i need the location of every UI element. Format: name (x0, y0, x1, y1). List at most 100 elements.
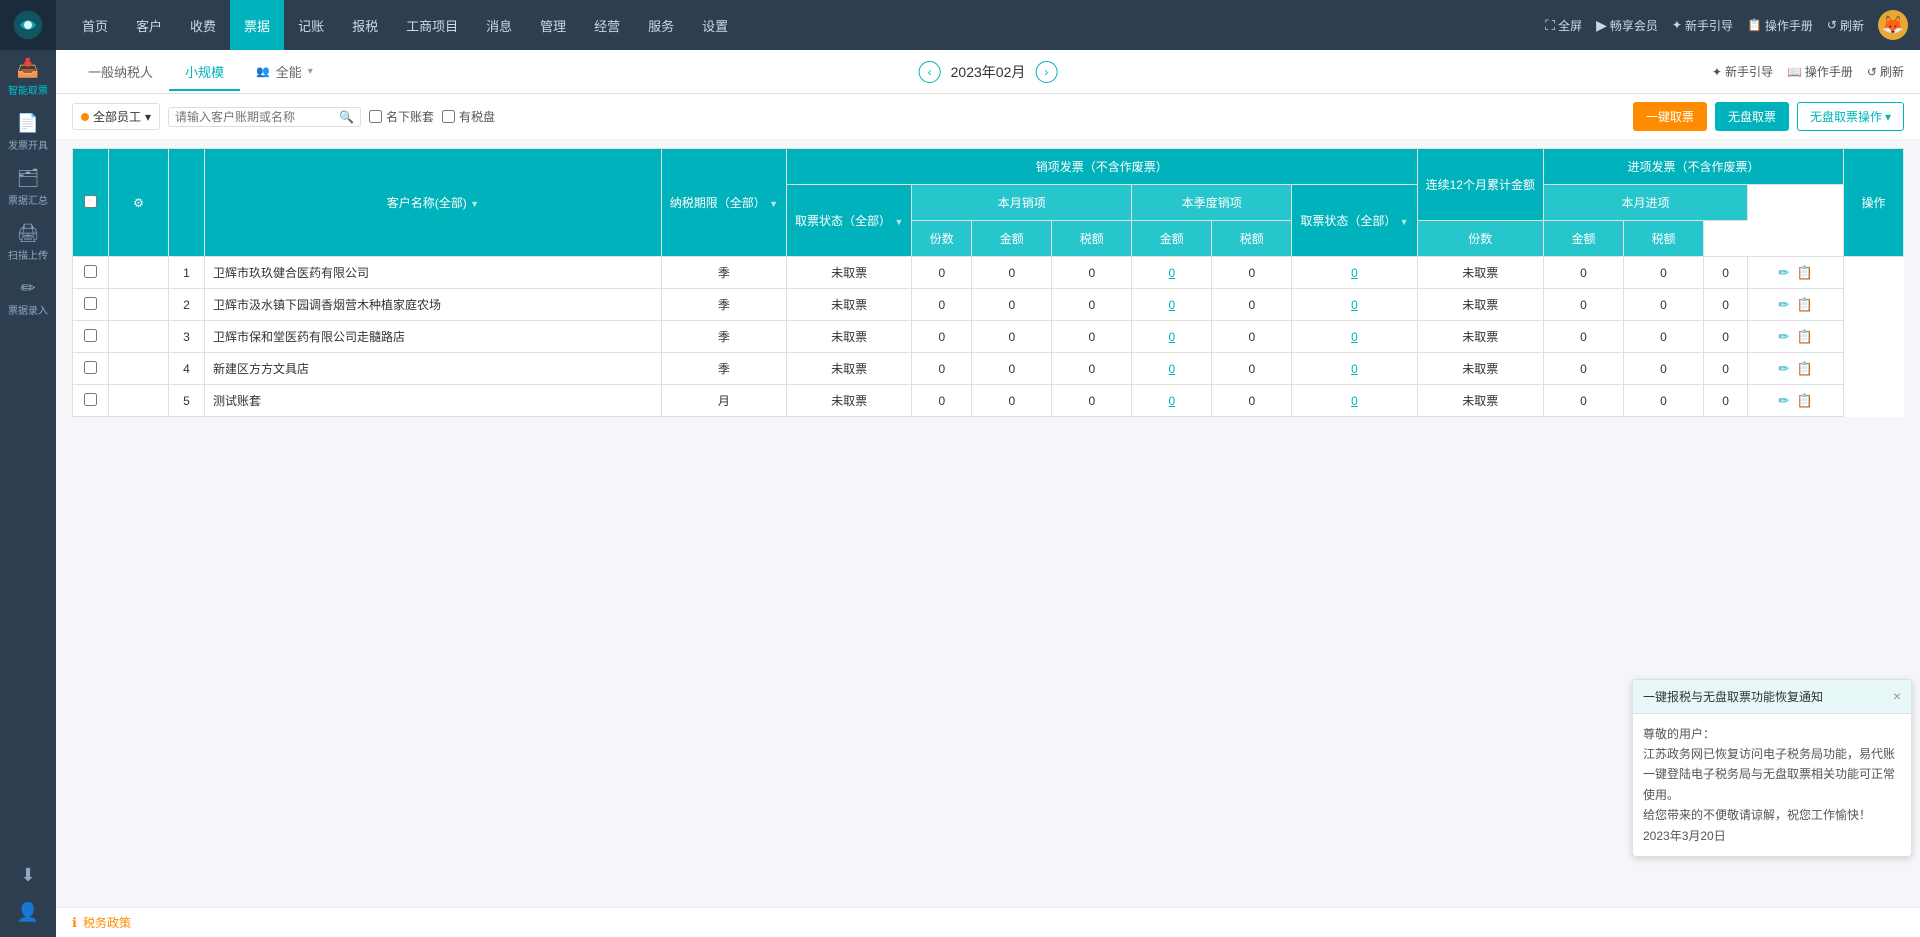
sidebar-item-data-entry[interactable]: ✏ 票据录入 (0, 270, 56, 325)
no-disk-fetch-btn[interactable]: 无盘取票 (1715, 102, 1789, 131)
th-purchase-group: 进项发票（不含作废票） (1543, 149, 1843, 185)
name-account-filter[interactable]: 名下账套 (369, 108, 434, 125)
row-fetch-status-purchase: 未取票 (1417, 257, 1543, 289)
th-purchase-month-tax: 税额 (1623, 221, 1703, 257)
manual-link[interactable]: 📖 操作手册 (1787, 63, 1853, 80)
detail-icon[interactable]: 📋 (1797, 393, 1813, 408)
row-checkbox[interactable] (84, 361, 97, 374)
row-select[interactable] (73, 257, 109, 289)
sidebar-item-user[interactable]: 👤 (0, 898, 56, 927)
notification-close-btn[interactable]: × (1893, 688, 1901, 704)
data-entry-icon: ✏ (20, 278, 35, 299)
row-select[interactable] (73, 321, 109, 353)
table-row: 1 卫辉市玖玖健合医药有限公司 季 未取票 0 0 0 0 0 0 未取票 0 … (73, 257, 1904, 289)
period-next-btn[interactable]: › (1035, 61, 1057, 83)
avatar[interactable]: 🦊 (1878, 10, 1908, 40)
row-select[interactable] (73, 353, 109, 385)
nav-operation[interactable]: 经营 (580, 0, 634, 50)
fetch-status-sales-sort[interactable]: ▼ (894, 217, 903, 227)
row-select[interactable] (73, 385, 109, 417)
settings-icon[interactable]: ⚙ (133, 196, 144, 210)
has-tax-disk-checkbox[interactable] (442, 110, 455, 123)
sidebar-item-download[interactable]: ⬇ (0, 861, 56, 890)
newbie-guide-link[interactable]: ✦ 新手引导 (1712, 63, 1773, 80)
nav-message[interactable]: 消息 (472, 0, 526, 50)
row-sales-month-amount: 0 (972, 385, 1052, 417)
row-select[interactable] (73, 289, 109, 321)
tab-small[interactable]: 小规模 (169, 52, 240, 91)
row-fetch-status-purchase: 未取票 (1417, 385, 1543, 417)
nav-management[interactable]: 管理 (526, 0, 580, 50)
edit-icon[interactable]: ✏ (1778, 361, 1789, 376)
row-cumulative-12m: 0 (1292, 385, 1417, 417)
row-purchase-month-tax: 0 (1703, 353, 1747, 385)
employee-filter[interactable]: 全部员工 ▾ (72, 103, 160, 130)
all-tab-dropdown-icon[interactable]: ▾ (308, 66, 313, 77)
sidebar-item-invoice-summary[interactable]: 🗂 票据汇总 (0, 160, 56, 215)
user-icon: 👤 (17, 902, 39, 923)
newbie-guide-btn[interactable]: ✦ 新手引导 (1672, 17, 1733, 34)
nav-home[interactable]: 首页 (68, 0, 122, 50)
nav-customer[interactable]: 客户 (122, 0, 176, 50)
search-icon[interactable]: 🔍 (339, 110, 354, 124)
nav-bookkeeping[interactable]: 记账 (284, 0, 338, 50)
th-cumulative: 连续12个月累计金额 (1417, 149, 1543, 221)
sidebar-item-issue-invoice[interactable]: 📄 发票开具 (0, 105, 56, 160)
row-sales-quarter-amount: 0 (1132, 257, 1212, 289)
row-checkbox[interactable] (84, 265, 97, 278)
detail-icon[interactable]: 📋 (1797, 297, 1813, 312)
has-tax-disk-filter[interactable]: 有税盘 (442, 108, 495, 125)
row-fetch-status-sales: 未取票 (787, 289, 912, 321)
th-sales-group: 销项发票（不含作废票） (787, 149, 1418, 185)
manual-btn[interactable]: 📋 操作手册 (1747, 17, 1813, 34)
name-account-checkbox[interactable] (369, 110, 382, 123)
row-checkbox[interactable] (84, 393, 97, 406)
fullscreen-btn[interactable]: ⛶ 全屏 (1545, 17, 1582, 34)
th-sales-month-copies: 份数 (912, 221, 972, 257)
sidebar-item-scan-upload[interactable]: 🖨 扫描上传 (0, 215, 56, 270)
search-input[interactable] (175, 110, 335, 124)
row-tax-period: 季 (661, 321, 786, 353)
refresh-link[interactable]: ↺ 刷新 (1867, 63, 1904, 80)
refresh-icon: ↺ (1827, 18, 1837, 32)
edit-icon[interactable]: ✏ (1778, 297, 1789, 312)
customer-sort-icon[interactable]: ▼ (470, 199, 479, 209)
taxperiod-sort-icon[interactable]: ▼ (769, 199, 778, 209)
table-row: 5 测试账套 月 未取票 0 0 0 0 0 0 未取票 0 0 0 ✏ 📋 (73, 385, 1904, 417)
fetch-status-purchase-sort[interactable]: ▼ (1400, 217, 1409, 227)
nav-tax[interactable]: 报税 (338, 0, 392, 50)
detail-icon[interactable]: 📋 (1797, 361, 1813, 376)
detail-icon[interactable]: 📋 (1797, 329, 1813, 344)
edit-icon[interactable]: ✏ (1778, 329, 1789, 344)
select-all-checkbox[interactable] (84, 195, 97, 208)
detail-icon[interactable]: 📋 (1797, 265, 1813, 280)
row-customer-name: 测试账套 (205, 385, 662, 417)
period-prev-btn[interactable]: ‹ (919, 61, 941, 83)
edit-icon[interactable]: ✏ (1778, 393, 1789, 408)
edit-icon[interactable]: ✏ (1778, 265, 1789, 280)
th-purchase-month-amount: 金额 (1543, 221, 1623, 257)
table-row: 4 新建区方方文具店 季 未取票 0 0 0 0 0 0 未取票 0 0 0 ✏… (73, 353, 1904, 385)
th-fetch-status-sales: 取票状态（全部） ▼ (787, 185, 912, 257)
nav-service[interactable]: 服务 (634, 0, 688, 50)
row-checkbox[interactable] (84, 329, 97, 342)
row-actions (109, 257, 169, 289)
tab-all[interactable]: 👥 全能 ▾ (240, 52, 329, 91)
filter-bar: 全部员工 ▾ 🔍 名下账套 有税盘 一键取票 无盘取票 无盘取票操作 ▾ (56, 94, 1920, 140)
row-purchase-month-copies: 0 (1543, 289, 1623, 321)
nav-billing[interactable]: 收费 (176, 0, 230, 50)
smart-fetch-icon: 📥 (17, 58, 39, 79)
sidebar-item-smart-fetch[interactable]: 📥 智能取票 (0, 50, 56, 105)
nav-settings[interactable]: 设置 (688, 0, 742, 50)
row-purchase-month-tax: 0 (1703, 289, 1747, 321)
no-disk-ops-btn[interactable]: 无盘取票操作 ▾ (1797, 102, 1904, 131)
nav-business[interactable]: 工商项目 (392, 0, 472, 50)
row-fetch-status-purchase: 未取票 (1417, 353, 1543, 385)
refresh-btn[interactable]: ↺ 刷新 (1827, 17, 1864, 34)
vip-btn[interactable]: ▶ 畅享会员 (1596, 17, 1658, 34)
nav-invoice[interactable]: 票据 (230, 0, 284, 50)
tab-general[interactable]: 一般纳税人 (72, 52, 169, 91)
tax-policy-link[interactable]: 税务政策 (83, 914, 131, 931)
row-checkbox[interactable] (84, 297, 97, 310)
one-click-fetch-btn[interactable]: 一键取票 (1633, 102, 1707, 131)
